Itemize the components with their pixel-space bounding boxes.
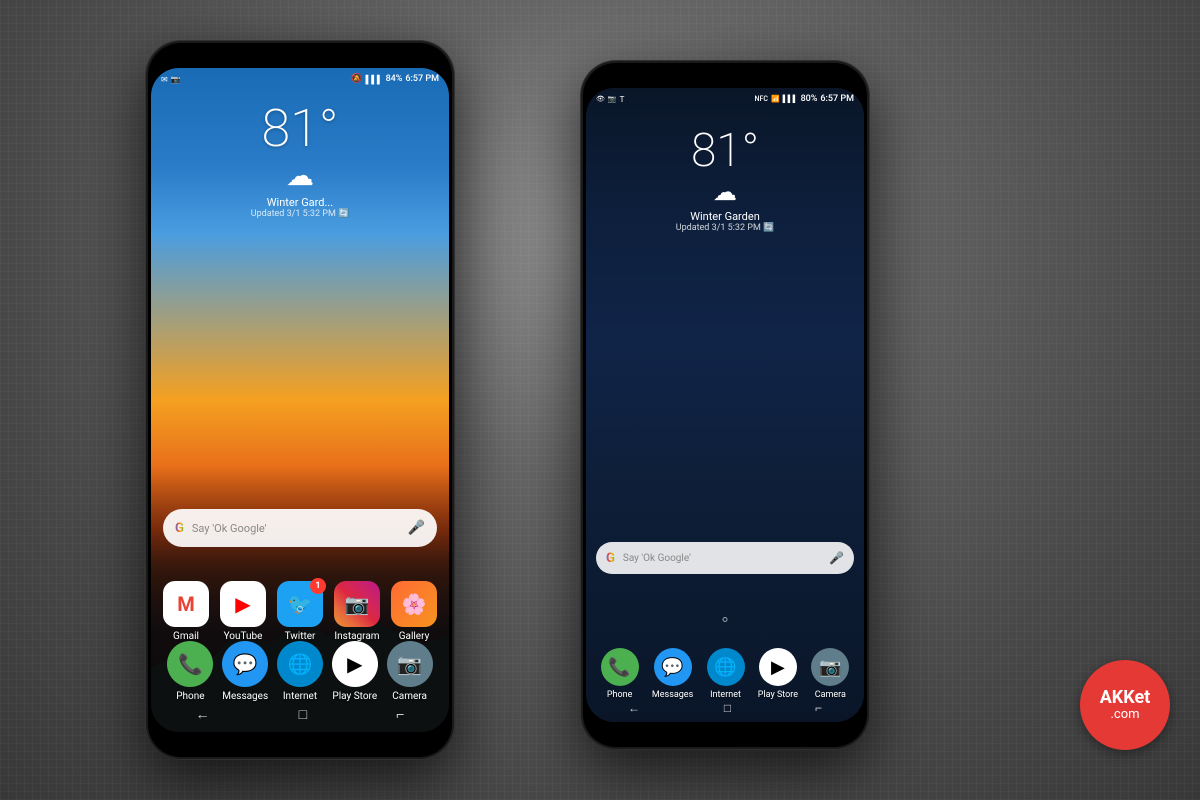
scene: ✉ 📷 🔕 ▌▌▌ 84% 6:57 PM 81° ☁ Winter Gard.… bbox=[0, 0, 1200, 800]
dock-playstore-left[interactable]: ▶ Play Store bbox=[332, 641, 378, 702]
cam-icon: 📷 bbox=[608, 95, 617, 103]
internet-label: Internet bbox=[283, 691, 317, 702]
camera-label-left: Camera bbox=[392, 691, 427, 702]
signal-icon: ▌▌▌ bbox=[366, 75, 383, 84]
home-indicator-left bbox=[297, 606, 303, 612]
search-bar-left[interactable]: G Say 'Ok Google' 🎤 bbox=[163, 509, 437, 547]
status-left-icons: ✉ 📷 bbox=[161, 75, 181, 84]
msg-icon: 📷 bbox=[171, 75, 181, 84]
status-right-info: 🔕 ▌▌▌ 84% 6:57 PM bbox=[351, 74, 439, 84]
weather-widget-left: 81° ☁ Winter Gard... Updated 3/1 5:32 PM… bbox=[200, 103, 400, 219]
updated-left: Updated 3/1 5:32 PM 🔄 bbox=[200, 209, 400, 219]
app-youtube[interactable]: ▶ YouTube bbox=[220, 581, 266, 642]
watermark: AKKet .com bbox=[1080, 660, 1170, 750]
phone-right-frame: 👁 📷 T NFC 📶 ▌▌▌ 80% 6:57 PM 81° bbox=[580, 60, 870, 750]
search-bar-right[interactable]: G Say 'Ok Google' 🎤 bbox=[596, 542, 854, 574]
google-g-left: G bbox=[175, 521, 184, 536]
dock-internet[interactable]: 🌐 Internet bbox=[277, 641, 323, 702]
phone-right: 👁 📷 T NFC 📶 ▌▌▌ 80% 6:57 PM 81° bbox=[580, 60, 870, 750]
status-bar-left: ✉ 📷 🔕 ▌▌▌ 84% 6:57 PM bbox=[151, 68, 449, 90]
mic-icon-left: 🎤 bbox=[408, 520, 425, 536]
messages-icon: 💬 bbox=[222, 641, 268, 687]
eye-icon: 👁 bbox=[596, 95, 605, 103]
signal-icon-right: ▌▌▌ bbox=[783, 95, 798, 103]
dock-phone[interactable]: 📞 Phone bbox=[167, 641, 213, 702]
dock-messages[interactable]: 💬 Messages bbox=[222, 641, 268, 702]
playstore-icon-right: ▶ bbox=[759, 648, 797, 686]
temperature-right: 81° bbox=[635, 128, 815, 174]
status-right-left-icons: 👁 📷 T bbox=[596, 95, 624, 104]
google-g-right: G bbox=[606, 551, 615, 566]
t-icon: T bbox=[620, 95, 625, 104]
phone-right-screen: 👁 📷 T NFC 📶 ▌▌▌ 80% 6:57 PM 81° bbox=[586, 88, 864, 722]
phone-label: Phone bbox=[176, 691, 204, 702]
dock-internet-right[interactable]: 🌐 Internet bbox=[707, 648, 745, 700]
youtube-icon: ▶ bbox=[220, 581, 266, 627]
gmail-icon: M bbox=[163, 581, 209, 627]
recents-btn-right[interactable]: ⌐ bbox=[815, 701, 822, 715]
volume-icon: 🔕 bbox=[351, 74, 362, 84]
battery-right: 80% bbox=[801, 94, 818, 104]
nav-bar-left: ← □ ⌐ bbox=[151, 702, 449, 726]
watermark-domain: .com bbox=[1110, 707, 1139, 722]
location-right: Winter Garden bbox=[635, 210, 815, 223]
app-gallery[interactable]: 🌸 Gallery bbox=[391, 581, 437, 642]
dock-left: 📞 Phone 💬 Messages 🌐 Int bbox=[163, 641, 437, 702]
playstore-icon-left: ▶ bbox=[332, 641, 378, 687]
temperature-left: 81° bbox=[200, 103, 400, 155]
home-btn-left[interactable]: □ bbox=[299, 706, 307, 723]
playstore-label-left: Play Store bbox=[332, 691, 377, 702]
weather-icon-left: ☁ bbox=[200, 159, 400, 192]
back-btn-left[interactable]: ← bbox=[196, 706, 210, 723]
search-placeholder-left: Say 'Ok Google' bbox=[192, 522, 408, 535]
phone-left: ✉ 📷 🔕 ▌▌▌ 84% 6:57 PM 81° ☁ Winter Gard.… bbox=[145, 40, 455, 760]
phone-icon: 📞 bbox=[167, 641, 213, 687]
recents-btn-left[interactable]: ⌐ bbox=[396, 706, 404, 723]
status-right-right: NFC 📶 ▌▌▌ 80% 6:57 PM bbox=[755, 94, 854, 104]
time-right: 6:57 PM bbox=[820, 94, 854, 104]
updated-right: Updated 3/1 5:32 PM 🔄 bbox=[635, 223, 815, 233]
instagram-icon: 📷 bbox=[334, 581, 380, 627]
sim-icon: ✉ bbox=[161, 75, 168, 84]
search-placeholder-right: Say 'Ok Google' bbox=[623, 553, 829, 564]
internet-icon: 🌐 bbox=[277, 641, 323, 687]
camera-icon-right: 📷 bbox=[811, 648, 849, 686]
location-left: Winter Gard... bbox=[200, 196, 400, 209]
back-btn-right[interactable]: ← bbox=[628, 701, 640, 715]
app-gmail[interactable]: M Gmail bbox=[163, 581, 209, 642]
phone-icon-right: 📞 bbox=[601, 648, 639, 686]
dock-phone-right[interactable]: 📞 Phone bbox=[601, 648, 639, 700]
home-btn-right[interactable]: □ bbox=[724, 701, 731, 715]
watermark-brand: AKKet bbox=[1100, 688, 1151, 708]
phone-left-frame: ✉ 📷 🔕 ▌▌▌ 84% 6:57 PM 81° ☁ Winter Gard.… bbox=[145, 40, 455, 760]
app-instagram[interactable]: 📷 Instagram bbox=[334, 581, 380, 642]
twitter-badge: 1 bbox=[310, 578, 326, 594]
weather-icon-right: ☁ bbox=[635, 178, 815, 206]
phone-left-screen: ✉ 📷 🔕 ▌▌▌ 84% 6:57 PM 81° ☁ Winter Gard.… bbox=[151, 68, 449, 732]
twitter-icon: 🐦 1 bbox=[277, 581, 323, 627]
gallery-icon: 🌸 bbox=[391, 581, 437, 627]
home-indicator-right bbox=[723, 617, 728, 622]
dock-camera[interactable]: 📷 Camera bbox=[387, 641, 433, 702]
mic-icon-right: 🎤 bbox=[829, 551, 844, 565]
messages-label: Messages bbox=[222, 691, 268, 702]
nfc-icon: NFC bbox=[755, 95, 768, 103]
weather-widget-right: 81° ☁ Winter Garden Updated 3/1 5:32 PM … bbox=[635, 128, 815, 233]
dock-playstore-right[interactable]: ▶ Play Store bbox=[758, 648, 798, 700]
battery-percent: 84% bbox=[386, 74, 403, 84]
wifi-icon-right: 📶 bbox=[771, 95, 780, 103]
nav-bar-right: ← □ ⌐ bbox=[586, 698, 864, 718]
dock-messages-right[interactable]: 💬 Messages bbox=[652, 648, 693, 700]
time-left: 6:57 PM bbox=[405, 74, 439, 84]
dock-camera-right[interactable]: 📷 Camera bbox=[811, 648, 849, 700]
status-bar-right: 👁 📷 T NFC 📶 ▌▌▌ 80% 6:57 PM bbox=[586, 88, 864, 110]
camera-icon-left: 📷 bbox=[387, 641, 433, 687]
internet-icon-right: 🌐 bbox=[707, 648, 745, 686]
dock-right: 📞 Phone 💬 Messages 🌐 Int bbox=[594, 648, 856, 700]
messages-icon-right: 💬 bbox=[654, 648, 692, 686]
